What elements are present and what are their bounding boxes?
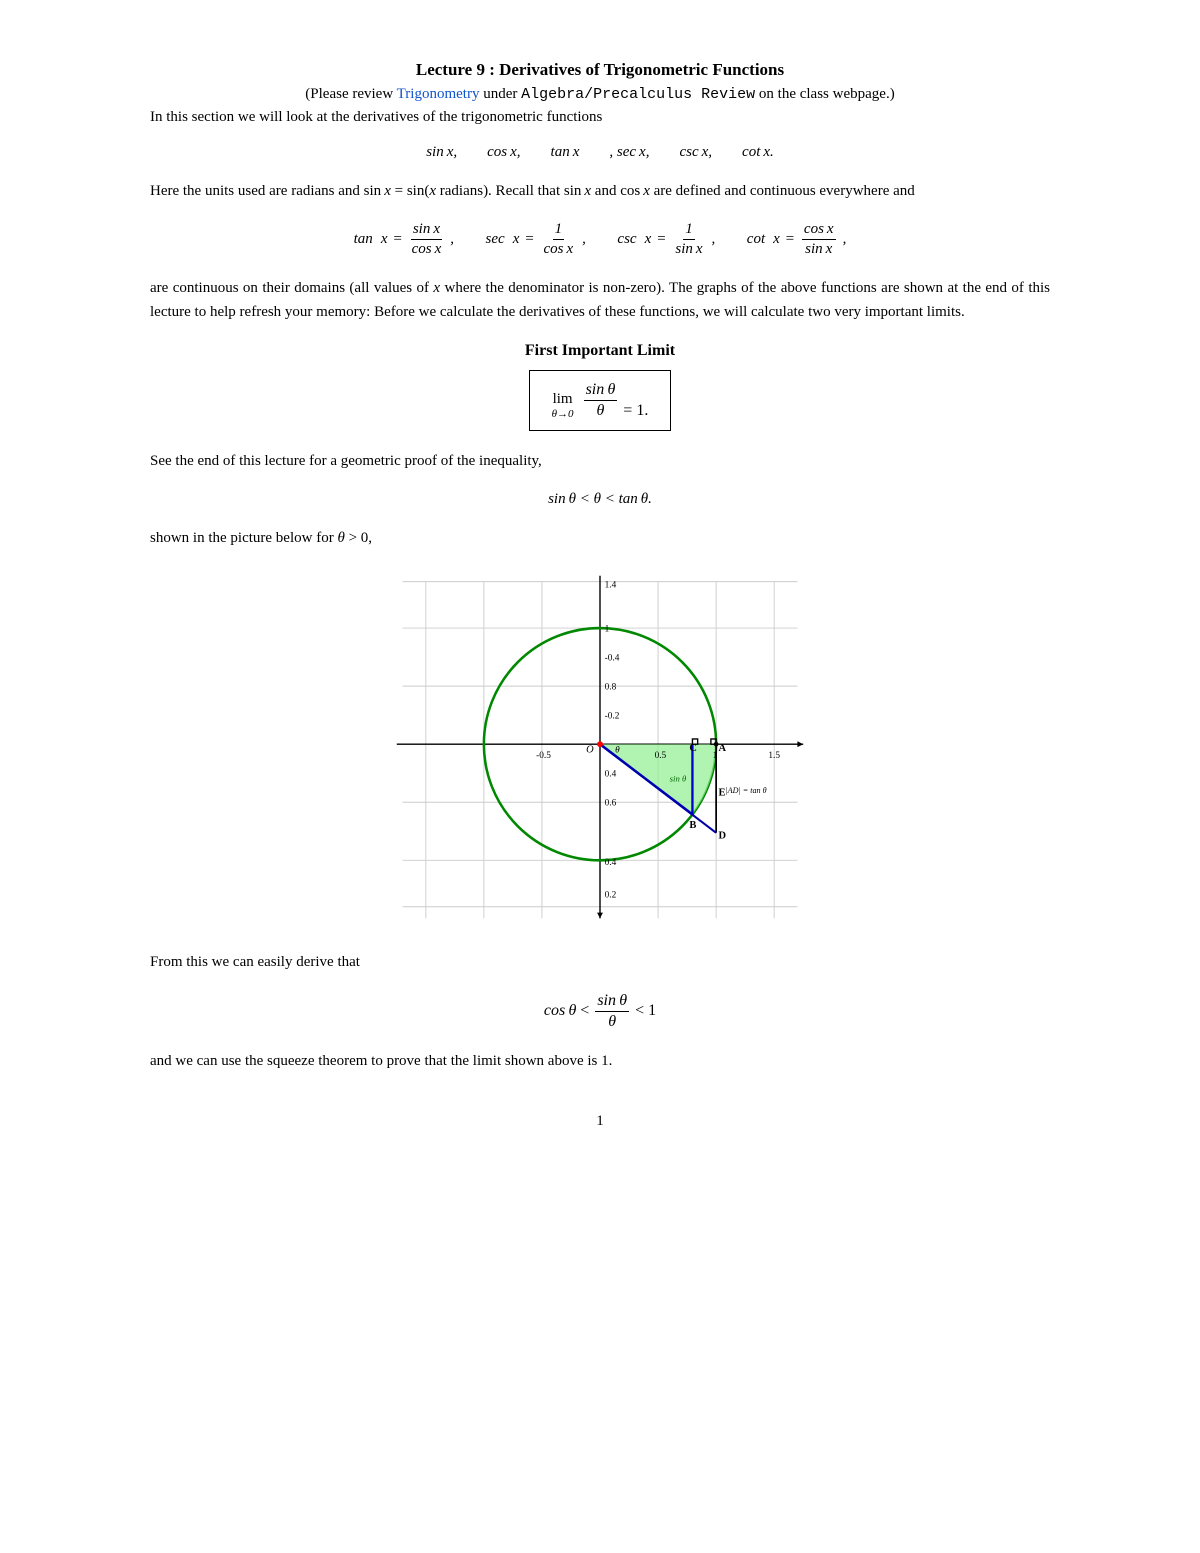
- svg-text:B: B: [689, 820, 696, 831]
- cotx-formula: cot x = cos x sin x ,: [739, 221, 846, 258]
- subtitle-code: Algebra/Precalculus Review: [521, 86, 755, 103]
- svg-text:1.5: 1.5: [768, 751, 780, 761]
- subtitle-pre: (Please review: [305, 86, 396, 102]
- svg-text:0.5: 0.5: [655, 751, 667, 761]
- unit-circle-diagram: O θ B D E A C sin θ |AD| = tan θ -0.5 0.…: [150, 570, 1050, 930]
- svg-text:0.4: 0.4: [605, 770, 617, 780]
- svg-text:-0.5: -0.5: [536, 751, 551, 761]
- svg-text:0.4: 0.4: [605, 858, 617, 868]
- continuous-text: are continuous on their domains (all val…: [150, 276, 1050, 324]
- svg-text:O: O: [586, 744, 594, 755]
- unit-circle-svg: O θ B D E A C sin θ |AD| = tan θ -0.5 0.…: [390, 570, 810, 930]
- subtitle-mid: under: [479, 86, 521, 102]
- svg-text:-0.4: -0.4: [605, 654, 620, 664]
- limit-formula-box: lim θ→0 sin θ θ = 1.: [529, 370, 672, 431]
- page-title: Lecture 9 : Derivatives of Trigonometric…: [150, 60, 1050, 80]
- svg-text:0.6: 0.6: [605, 799, 617, 809]
- first-limit-heading: First Important Limit: [150, 342, 1050, 360]
- page-number: 1: [150, 1113, 1050, 1130]
- svg-text:1.4: 1.4: [605, 580, 617, 590]
- trig-identities-row: tan x = sin x cos x , sec x = 1 cos x , …: [150, 221, 1050, 258]
- geometric-proof-text: See the end of this lecture for a geomet…: [150, 449, 1050, 473]
- svg-text:-0.2: -0.2: [605, 712, 620, 722]
- svg-text:|AD| = tan θ: |AD| = tan θ: [725, 786, 766, 795]
- trig-functions-list: sin x, cos x, tan x , sec x, csc x, cot …: [150, 144, 1050, 161]
- units-text: Here the units used are radians and sin …: [150, 179, 1050, 203]
- cscx-formula: csc x = 1 sin x ,: [610, 221, 715, 258]
- shown-for-text: shown in the picture below for θ > 0,: [150, 526, 1050, 550]
- svg-text:C: C: [689, 743, 697, 754]
- squeeze-formula: cos θ < sin θ θ < 1: [150, 992, 1050, 1031]
- svg-text:A: A: [718, 743, 726, 754]
- first-limit-box: lim θ→0 sin θ θ = 1.: [150, 370, 1050, 431]
- svg-text:sin θ: sin θ: [670, 773, 687, 783]
- secx-formula: sec x = 1 cos x ,: [478, 221, 586, 258]
- svg-text:θ: θ: [615, 745, 620, 755]
- derive-text: From this we can easily derive that: [150, 950, 1050, 974]
- svg-text:1: 1: [713, 751, 718, 761]
- subtitle: (Please review Trigonometry under Algebr…: [150, 86, 1050, 103]
- tanx-formula: tan x = sin x cos x ,: [354, 221, 454, 258]
- trigonometry-link[interactable]: Trigonometry: [397, 86, 480, 102]
- svg-text:0.2: 0.2: [605, 890, 617, 900]
- svg-text:D: D: [718, 830, 726, 841]
- svg-text:0.8: 0.8: [605, 683, 617, 693]
- svg-text:1: 1: [605, 625, 610, 635]
- intro-text: In this section we will look at the deri…: [150, 109, 1050, 126]
- inequality-formula: sin θ < θ < tan θ.: [150, 491, 1050, 508]
- page: Lecture 9 : Derivatives of Trigonometric…: [150, 0, 1050, 1553]
- squeeze-final-text: and we can use the squeeze theorem to pr…: [150, 1049, 1050, 1073]
- subtitle-post: on the class webpage.): [755, 86, 895, 102]
